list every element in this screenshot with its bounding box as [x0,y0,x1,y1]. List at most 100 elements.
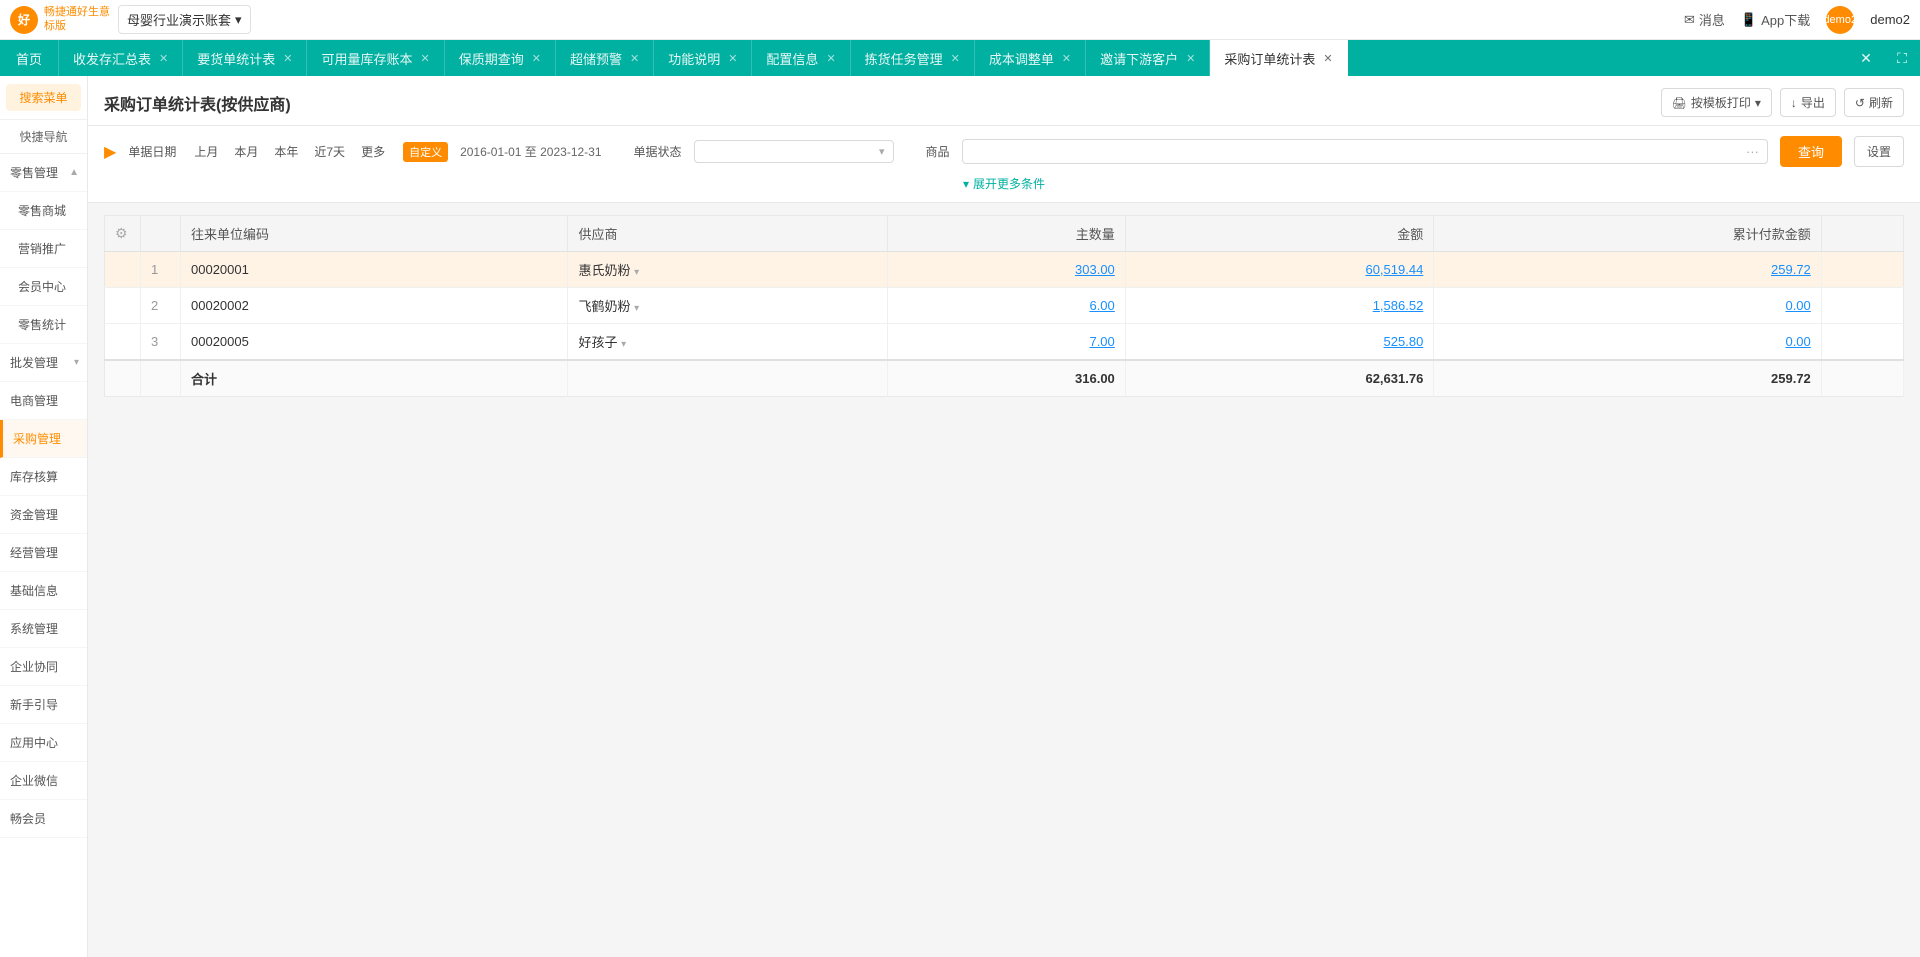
sidebar-item-purchase[interactable]: 采购管理 [0,420,87,458]
top-bar: 好 畅捷通好生意 标版 母婴行业演示账套 ▾ ✉ 消息 📱 App下载 demo… [0,0,1920,40]
table-footer: 合计 316.00 62,631.76 259.72 [105,360,1904,397]
sidebar-item-basic[interactable]: 基础信息 [0,572,87,610]
sidebar-item-system[interactable]: 系统管理 [0,610,87,648]
close-tab-tuohuorenwu[interactable]: ✕ [951,52,960,65]
tab-caigoudantongji[interactable]: 采购订单统计表 ✕ [1210,40,1347,76]
col-quantity: 主数量 [888,216,1126,252]
sidebar-item-appcenter[interactable]: 应用中心 [0,724,87,762]
export-icon: ↓ [1791,96,1797,110]
close-tab-chaochuyujing[interactable]: ✕ [630,52,639,65]
close-tab-gongnengshuo[interactable]: ✕ [728,52,737,65]
cell-extra [1821,324,1903,361]
close-tab-chenbentiaozhen[interactable]: ✕ [1062,52,1071,65]
tab-keyongliang[interactable]: 可用量库存账本 ✕ [307,40,444,76]
status-select[interactable]: ▾ [694,140,894,163]
app-download-btn[interactable]: 📱 App下载 [1741,10,1810,29]
date-btn-this-month[interactable]: 本月 [228,141,264,162]
cell-extra [1821,288,1903,324]
workspace-name: 母婴行业演示账套 [127,10,231,29]
sidebar-search-area: 搜索菜单 [0,76,87,120]
date-btn-more[interactable]: 更多 [355,141,391,162]
status-label: 单据状态 [634,143,682,160]
sidebar-item-retail-shop[interactable]: 零售商城 [0,192,87,230]
date-btn-last-month[interactable]: 上月 [188,141,224,162]
cell-amount: 60,519.44 [1125,252,1434,288]
refresh-btn[interactable]: ↺ 刷新 [1844,88,1904,117]
message-btn[interactable]: ✉ 消息 [1684,10,1725,29]
col-amount: 金额 [1125,216,1434,252]
sidebar-item-retail[interactable]: 零售管理 ▲ [0,154,87,192]
print-btn[interactable]: 🖨 按模板打印 ▾ [1661,88,1772,117]
col-extra [1821,216,1903,252]
cell-supplier: 好孩子 ▾ [568,324,888,361]
table-row: 1 00020001 惠氏奶粉 ▾ 303.00 60,519.44 259.7… [105,252,1904,288]
page-header: 采购订单统计表(按供应商) 🖨 按模板打印 ▾ ↓ 导出 ↺ 刷新 [88,76,1920,126]
date-label: 单据日期 [128,143,176,160]
close-tab-yaohuodantongji[interactable]: ✕ [283,52,292,65]
goods-filter-more[interactable]: ··· [1746,144,1759,159]
sidebar-item-member[interactable]: 会员中心 [0,268,87,306]
workspace-selector[interactable]: 母婴行业演示账套 ▾ [118,5,251,34]
close-tab-yaoqingxiayouke[interactable]: ✕ [1186,52,1195,65]
close-tab-keyongliang[interactable]: ✕ [421,52,430,65]
sidebar-item-cooperation[interactable]: 企业协同 [0,648,87,686]
sidebar-item-vip[interactable]: 畅会员 [0,800,87,838]
close-tab-shoufafuhuizong[interactable]: ✕ [159,52,168,65]
user-avatar[interactable]: demo2 [1826,6,1854,34]
export-btn[interactable]: ↓ 导出 [1780,88,1836,117]
tab-peizhixinxi[interactable]: 配置信息 ✕ [752,40,850,76]
tab-tuohuorenwu[interactable]: 拣货任务管理 ✕ [851,40,975,76]
cell-paid: 259.72 [1434,252,1821,288]
goods-filter[interactable]: ··· [962,139,1768,164]
tab-shoufafuhuizong[interactable]: 收发存汇总表 ✕ [59,40,183,76]
custom-date-tag[interactable]: 自定义 [403,142,448,162]
close-tab-baoxianqi[interactable]: ✕ [532,52,541,65]
close-tab-peizhixinxi[interactable]: ✕ [826,52,835,65]
search-menu-btn[interactable]: 搜索菜单 [6,84,81,111]
sidebar-item-inventory[interactable]: 库存核算 [0,458,87,496]
tab-baoxianqi[interactable]: 保质期查询 ✕ [445,40,556,76]
sidebar-item-wholesale[interactable]: 批发管理 ▾ [0,344,87,382]
tab-home[interactable]: 首页 [0,40,59,76]
date-btn-7days[interactable]: 近7天 [308,141,351,162]
sidebar-item-marketing[interactable]: 营销推广 [0,230,87,268]
sidebar-item-newuser[interactable]: 新手引导 [0,686,87,724]
footer-extra [1821,360,1903,397]
column-settings-icon[interactable]: ⚙ [115,225,128,241]
expand-more-btn[interactable]: ▾ 展开更多条件 [104,175,1904,192]
top-bar-left: 好 畅捷通好生意 标版 母婴行业演示账套 ▾ [10,5,251,34]
cell-quantity: 6.00 [888,288,1126,324]
sidebar-item-ops[interactable]: 经营管理 [0,534,87,572]
table-row: 3 00020005 好孩子 ▾ 7.00 525.80 0.00 [105,324,1904,361]
table-container: ⚙ 往来单位编码 供应商 主数量 金额 累计付款金额 1 00020001 [88,203,1920,957]
tab-chaochuyujing[interactable]: 超储预警 ✕ [556,40,654,76]
date-btn-this-year[interactable]: 本年 [268,141,304,162]
print-dropdown-icon: ▾ [1755,96,1761,110]
cell-amount: 525.80 [1125,324,1434,361]
page-title: 采购订单统计表(按供应商) [104,91,291,115]
close-all-tabs-btn[interactable]: ✕ [1848,40,1884,76]
sidebar-item-wechat[interactable]: 企业微信 [0,762,87,800]
cell-paid: 0.00 [1434,288,1821,324]
close-tab-caigoudantongji[interactable]: ✕ [1323,52,1332,65]
query-btn[interactable]: 查询 [1780,136,1842,167]
tab-yaohuodantongji[interactable]: 要货单统计表 ✕ [183,40,307,76]
footer-label: 合计 [181,360,568,397]
content-area: 采购订单统计表(按供应商) 🖨 按模板打印 ▾ ↓ 导出 ↺ 刷新 [88,76,1920,957]
cell-settings [105,324,141,361]
tab-yaoqingxiayouke[interactable]: 邀请下游客户 ✕ [1086,40,1210,76]
sidebar-item-ecommerce[interactable]: 电商管理 [0,382,87,420]
footer-quantity: 316.00 [888,360,1126,397]
sidebar-item-retail-stat[interactable]: 零售统计 [0,306,87,344]
goods-label: 商品 [926,143,950,160]
tab-chenbentiaozhen[interactable]: 成本调整单 ✕ [975,40,1086,76]
maximize-btn[interactable]: ⛶ [1884,40,1920,76]
filter-expand-toggle[interactable]: ▶ [104,142,116,162]
quick-nav-btn[interactable]: 快捷导航 [0,120,87,154]
data-table: ⚙ 往来单位编码 供应商 主数量 金额 累计付款金额 1 00020001 [104,215,1904,397]
filter-settings-btn[interactable]: 设置 [1854,136,1904,167]
tab-gongnengshuo[interactable]: 功能说明 ✕ [654,40,752,76]
sidebar-item-finance[interactable]: 资金管理 [0,496,87,534]
expand-more-icon: ▾ [963,177,969,191]
cell-quantity: 303.00 [888,252,1126,288]
